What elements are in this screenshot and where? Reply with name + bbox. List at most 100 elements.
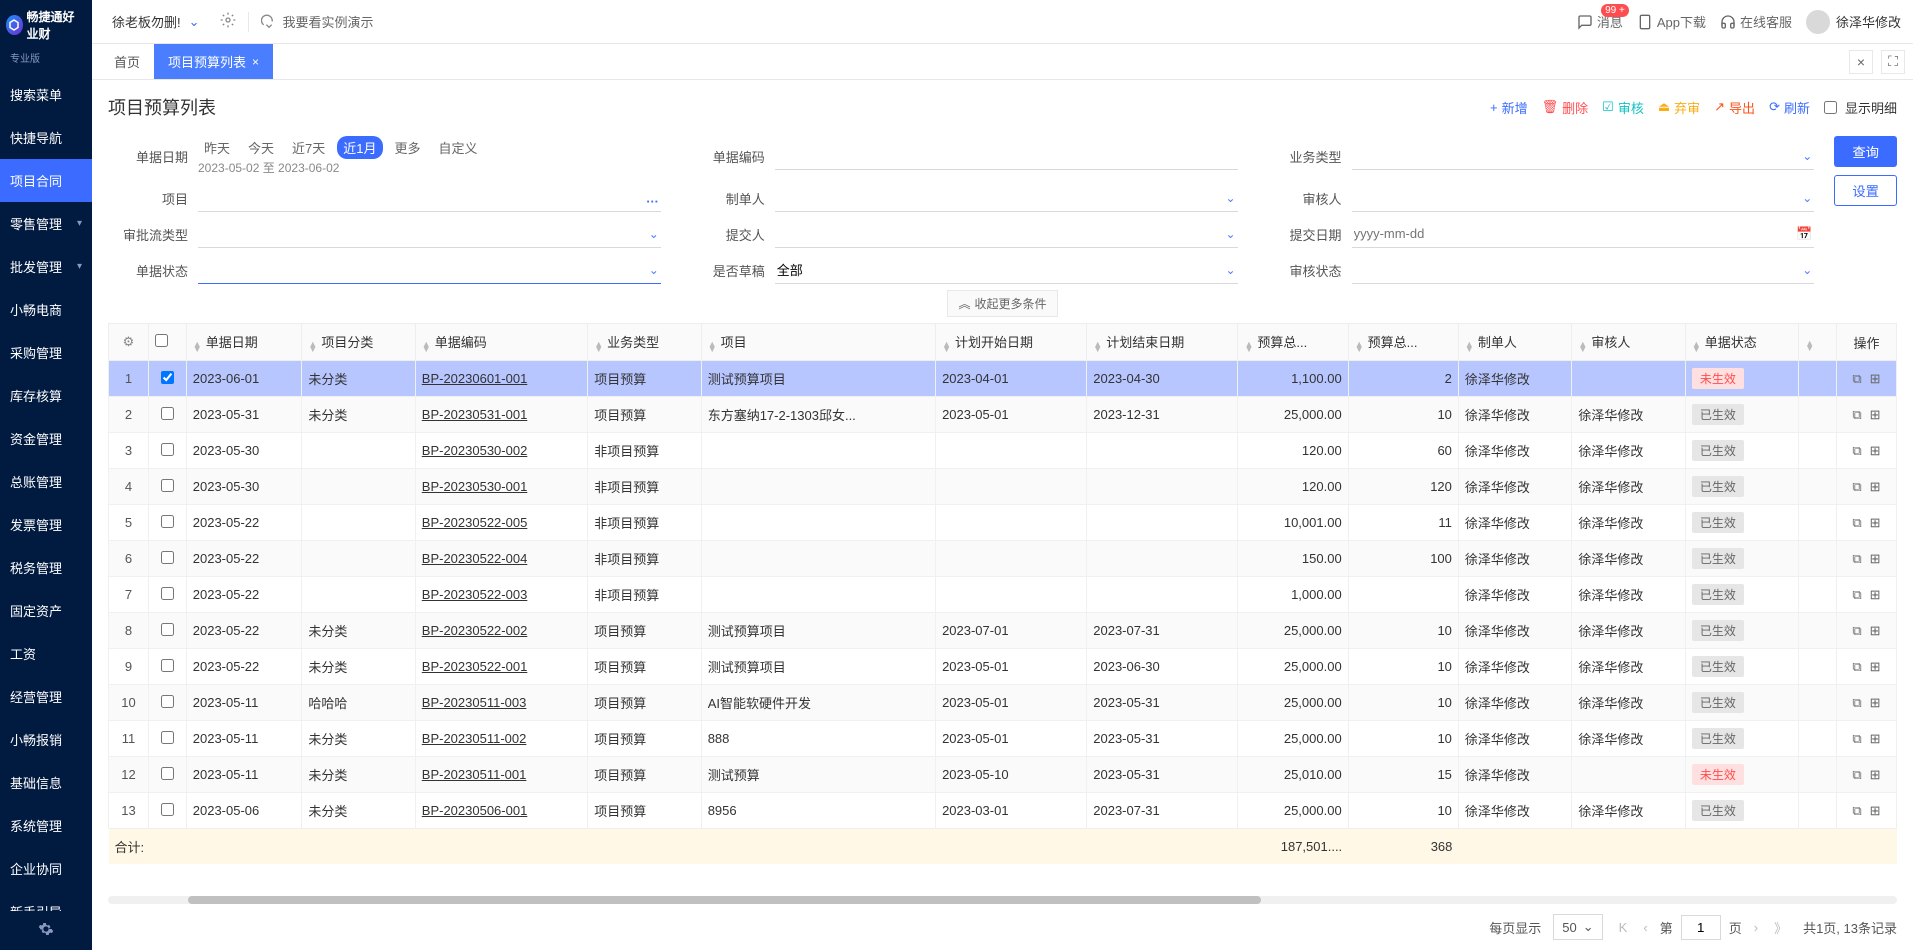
view-icon[interactable]: ⧉: [1852, 803, 1861, 819]
sidebar-item[interactable]: 新手引导: [0, 890, 92, 911]
sidebar-item[interactable]: 企业协同: [0, 847, 92, 890]
row-checkbox[interactable]: [161, 731, 174, 744]
tab-home[interactable]: 首页: [100, 44, 154, 79]
view-icon[interactable]: ⧉: [1852, 515, 1861, 531]
sidebar-item[interactable]: 经营管理: [0, 675, 92, 718]
flowtype-select[interactable]: [198, 220, 661, 248]
code-link[interactable]: BP-20230522-002: [422, 623, 528, 638]
row-checkbox[interactable]: [161, 803, 174, 816]
messages-button[interactable]: 消息 99 +: [1577, 12, 1623, 31]
table-row[interactable]: 102023-05-11哈哈哈BP-20230511-003项目预算AI智能软硬…: [109, 685, 1897, 721]
table-row[interactable]: 122023-05-11未分类BP-20230511-001项目预算测试预算20…: [109, 757, 1897, 793]
more-icon[interactable]: ⊞: [1870, 479, 1881, 495]
sidebar-item[interactable]: 总账管理: [0, 460, 92, 503]
tab-current[interactable]: 项目预算列表 ×: [154, 44, 273, 79]
auditstatus-select[interactable]: [1352, 256, 1815, 284]
scrollbar-thumb[interactable]: [188, 896, 1261, 904]
table-row[interactable]: 92023-05-22未分类BP-20230522-001项目预算测试预算项目2…: [109, 649, 1897, 685]
submitter-select[interactable]: [775, 220, 1238, 248]
more-icon[interactable]: ⊞: [1870, 371, 1881, 387]
sidebar-item[interactable]: 基础信息: [0, 761, 92, 804]
table-header[interactable]: ▲▼审核人: [1572, 324, 1685, 361]
table-header[interactable]: ▲▼预算总...: [1238, 324, 1348, 361]
table-row[interactable]: 42023-05-30BP-20230530-001非项目预算120.00120…: [109, 469, 1897, 505]
view-icon[interactable]: ⧉: [1852, 479, 1861, 495]
project-input[interactable]: [198, 184, 661, 212]
query-button[interactable]: 查询: [1834, 136, 1897, 167]
date-chip[interactable]: 昨天: [198, 136, 236, 159]
settings-button[interactable]: 设置: [1834, 175, 1897, 206]
table-header[interactable]: ▲▼: [1799, 324, 1837, 361]
sidebar-item[interactable]: 采购管理: [0, 331, 92, 374]
date-chip[interactable]: 自定义: [433, 136, 484, 159]
more-icon[interactable]: ⊞: [1870, 731, 1881, 747]
show-detail-toggle[interactable]: 显示明细: [1824, 98, 1897, 117]
table-row[interactable]: 72023-05-22BP-20230522-003非项目预算1,000.00徐…: [109, 577, 1897, 613]
sidebar-item[interactable]: 小畅电商: [0, 288, 92, 331]
table-header[interactable]: ▲▼业务类型: [588, 324, 701, 361]
more-icon[interactable]: ⊞: [1870, 515, 1881, 531]
code-link[interactable]: BP-20230522-005: [422, 515, 528, 530]
last-page-button[interactable]: 》: [1770, 916, 1791, 939]
draft-select[interactable]: [775, 256, 1238, 284]
nav-settings[interactable]: [0, 911, 92, 950]
sidebar-item[interactable]: 零售管理▾: [0, 202, 92, 245]
app-download-button[interactable]: App下载: [1637, 12, 1706, 31]
view-icon[interactable]: ⧉: [1852, 551, 1861, 567]
tab-close-all-button[interactable]: ×: [1849, 50, 1873, 74]
table-header[interactable]: ▲▼项目: [701, 324, 935, 361]
org-settings-button[interactable]: [220, 12, 236, 31]
ellipsis-icon[interactable]: …: [646, 191, 659, 206]
more-icon[interactable]: ⊞: [1870, 407, 1881, 423]
date-chip[interactable]: 近1月: [337, 136, 382, 159]
detail-checkbox[interactable]: [1824, 101, 1837, 114]
sidebar-item[interactable]: 库存核算: [0, 374, 92, 417]
row-checkbox[interactable]: [161, 443, 174, 456]
view-icon[interactable]: ⧉: [1852, 767, 1861, 783]
code-link[interactable]: BP-20230531-001: [422, 407, 528, 422]
chevron-down-icon[interactable]: ⌄: [1802, 191, 1812, 205]
refresh-button[interactable]: ⟳刷新: [1769, 98, 1810, 117]
chevron-down-icon[interactable]: ⌄: [1802, 263, 1812, 277]
view-icon[interactable]: ⧉: [1852, 623, 1861, 639]
code-link[interactable]: BP-20230522-003: [422, 587, 528, 602]
table-settings-button[interactable]: ⚙: [109, 324, 149, 361]
table-row[interactable]: 82023-05-22未分类BP-20230522-002项目预算测试预算项目2…: [109, 613, 1897, 649]
row-checkbox[interactable]: [161, 515, 174, 528]
sidebar-item[interactable]: 系统管理: [0, 804, 92, 847]
table-header[interactable]: ▲▼项目分类: [302, 324, 415, 361]
code-link[interactable]: BP-20230522-001: [422, 659, 528, 674]
chevron-down-icon[interactable]: ⌄: [1226, 191, 1236, 205]
row-checkbox[interactable]: [161, 587, 174, 600]
code-link[interactable]: BP-20230530-002: [422, 443, 528, 458]
date-chip[interactable]: 更多: [389, 136, 427, 159]
chevron-down-icon[interactable]: ⌄: [649, 227, 659, 241]
demo-link[interactable]: 我要看实例演示: [261, 12, 374, 31]
view-icon[interactable]: ⧉: [1852, 371, 1861, 387]
table-row[interactable]: 12023-06-01未分类BP-20230601-001项目预算测试预算项目2…: [109, 361, 1897, 397]
row-checkbox[interactable]: [161, 659, 174, 672]
add-button[interactable]: +新增: [1490, 98, 1528, 117]
status-select[interactable]: [198, 256, 661, 284]
code-link[interactable]: BP-20230601-001: [422, 371, 528, 386]
table-row[interactable]: 32023-05-30BP-20230530-002非项目预算120.0060徐…: [109, 433, 1897, 469]
table-header[interactable]: ▲▼制单人: [1458, 324, 1571, 361]
more-icon[interactable]: ⊞: [1870, 623, 1881, 639]
sidebar-item[interactable]: 小畅报销: [0, 718, 92, 761]
view-icon[interactable]: ⧉: [1852, 731, 1861, 747]
table-row[interactable]: 132023-05-06未分类BP-20230506-001项目预算895620…: [109, 793, 1897, 829]
table-row[interactable]: 52023-05-22BP-20230522-005非项目预算10,001.00…: [109, 505, 1897, 541]
row-checkbox[interactable]: [161, 695, 174, 708]
horizontal-scrollbar[interactable]: [108, 896, 1897, 904]
code-link[interactable]: BP-20230506-001: [422, 803, 528, 818]
row-checkbox[interactable]: [161, 767, 174, 780]
calendar-icon[interactable]: 📅: [1796, 226, 1812, 242]
sidebar-item[interactable]: 批发管理▾: [0, 245, 92, 288]
more-icon[interactable]: ⊞: [1870, 587, 1881, 603]
sidebar-item[interactable]: 税务管理: [0, 546, 92, 589]
submitdate-input[interactable]: [1352, 220, 1815, 248]
table-row[interactable]: 22023-05-31未分类BP-20230531-001项目预算东方塞纳17-…: [109, 397, 1897, 433]
date-chip[interactable]: 今天: [242, 136, 280, 159]
more-icon[interactable]: ⊞: [1870, 659, 1881, 675]
close-icon[interactable]: ×: [252, 55, 259, 69]
